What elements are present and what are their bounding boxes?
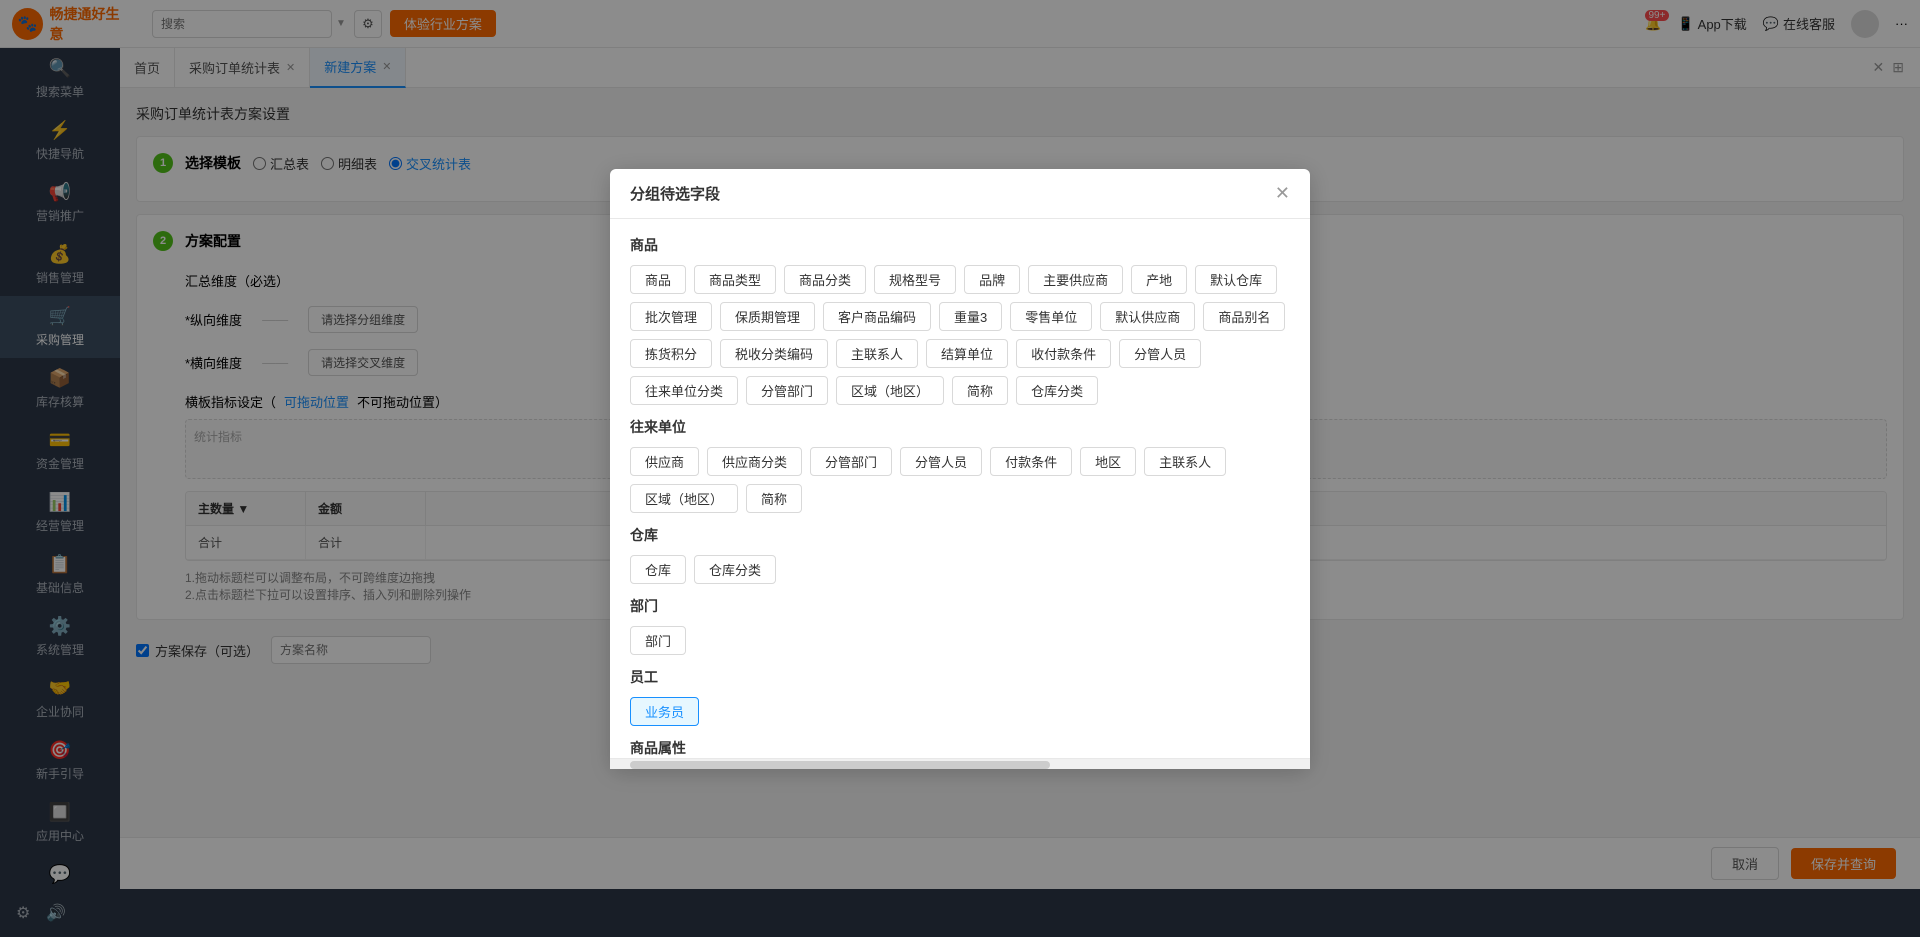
- field-tag-shelf-life[interactable]: 保质期管理: [720, 302, 815, 331]
- field-tag-goods-type[interactable]: 商品类型: [694, 265, 776, 294]
- field-tag-dept-manage2[interactable]: 分管部门: [810, 447, 892, 476]
- field-tag-supervisor[interactable]: 分管人员: [1119, 339, 1201, 368]
- field-tag-warehouse-cat[interactable]: 仓库分类: [694, 555, 776, 584]
- field-tag-payment-condition[interactable]: 付款条件: [990, 447, 1072, 476]
- field-tag-warehouse-category[interactable]: 仓库分类: [1016, 376, 1098, 405]
- field-tags-warehouse: 仓库 仓库分类: [630, 555, 1290, 584]
- field-tag-settle-unit[interactable]: 结算单位: [926, 339, 1008, 368]
- field-tag-dept-manage[interactable]: 分管部门: [746, 376, 828, 405]
- field-tag-warehouse[interactable]: 仓库: [630, 555, 686, 584]
- modal-overlay: 分组待选字段 ✕ 商品 商品 商品类型 商品分类 规格型号 品牌 主要供应商 产…: [0, 0, 1920, 937]
- field-tag-batch-mgmt[interactable]: 批次管理: [630, 302, 712, 331]
- field-tag-origin[interactable]: 产地: [1131, 265, 1187, 294]
- group-title-counterpart: 往来单位: [630, 417, 1290, 437]
- field-tag-dept[interactable]: 部门: [630, 626, 686, 655]
- field-tag-pick-score[interactable]: 拣货积分: [630, 339, 712, 368]
- field-tags-department: 部门: [630, 626, 1290, 655]
- field-tag-default-supplier[interactable]: 默认供应商: [1100, 302, 1195, 331]
- field-tag-short-name[interactable]: 简称: [952, 376, 1008, 405]
- field-tag-short-name2[interactable]: 简称: [746, 484, 802, 513]
- field-tags-counterpart: 供应商 供应商分类 分管部门 分管人员 付款条件 地区 主联系人 区域（地区） …: [630, 447, 1290, 513]
- field-tags-goods: 商品 商品类型 商品分类 规格型号 品牌 主要供应商 产地 默认仓库 批次管理 …: [630, 265, 1290, 405]
- group-title-warehouse: 仓库: [630, 525, 1290, 545]
- group-title-goods: 商品: [630, 235, 1290, 255]
- field-tag-main-supplier[interactable]: 主要供应商: [1028, 265, 1123, 294]
- field-tag-region2[interactable]: 区域（地区）: [630, 484, 738, 513]
- modal-close-icon[interactable]: ✕: [1275, 183, 1290, 204]
- field-tag-supplier-category[interactable]: 供应商分类: [707, 447, 802, 476]
- field-tag-spec[interactable]: 规格型号: [874, 265, 956, 294]
- group-title-goods-attr: 商品属性: [630, 738, 1290, 758]
- field-tag-area[interactable]: 地区: [1080, 447, 1136, 476]
- field-tag-customer-code[interactable]: 客户商品编码: [823, 302, 931, 331]
- field-tag-salesperson[interactable]: 业务员: [630, 697, 699, 726]
- modal-header: 分组待选字段 ✕: [610, 169, 1310, 219]
- field-tag-region[interactable]: 区域（地区）: [836, 376, 944, 405]
- field-tag-brand[interactable]: 品牌: [964, 265, 1020, 294]
- field-tag-goods[interactable]: 商品: [630, 265, 686, 294]
- field-select-modal: 分组待选字段 ✕ 商品 商品 商品类型 商品分类 规格型号 品牌 主要供应商 产…: [610, 169, 1310, 769]
- field-tag-supervisor2[interactable]: 分管人员: [900, 447, 982, 476]
- modal-horizontal-scrollbar[interactable]: [610, 758, 1310, 769]
- group-title-employee: 员工: [630, 667, 1290, 687]
- modal-body: 商品 商品 商品类型 商品分类 规格型号 品牌 主要供应商 产地 默认仓库 批次…: [610, 219, 1310, 758]
- field-tag-payment-terms[interactable]: 收付款条件: [1016, 339, 1111, 368]
- field-tags-employee: 业务员: [630, 697, 1290, 726]
- field-tag-main-contact[interactable]: 主联系人: [836, 339, 918, 368]
- field-tag-goods-category[interactable]: 商品分类: [784, 265, 866, 294]
- modal-title: 分组待选字段: [630, 183, 720, 204]
- field-tag-weight[interactable]: 重量3: [939, 302, 1002, 331]
- field-tag-supplier[interactable]: 供应商: [630, 447, 699, 476]
- field-tag-tax-code[interactable]: 税收分类编码: [720, 339, 828, 368]
- field-tag-main-contact2[interactable]: 主联系人: [1144, 447, 1226, 476]
- group-title-department: 部门: [630, 596, 1290, 616]
- field-tag-default-warehouse[interactable]: 默认仓库: [1195, 265, 1277, 294]
- field-tag-retail-unit[interactable]: 零售单位: [1010, 302, 1092, 331]
- scrollbar-thumb: [630, 761, 1050, 769]
- field-tag-goods-alias[interactable]: 商品别名: [1203, 302, 1285, 331]
- field-tag-counterpart-category[interactable]: 往来单位分类: [630, 376, 738, 405]
